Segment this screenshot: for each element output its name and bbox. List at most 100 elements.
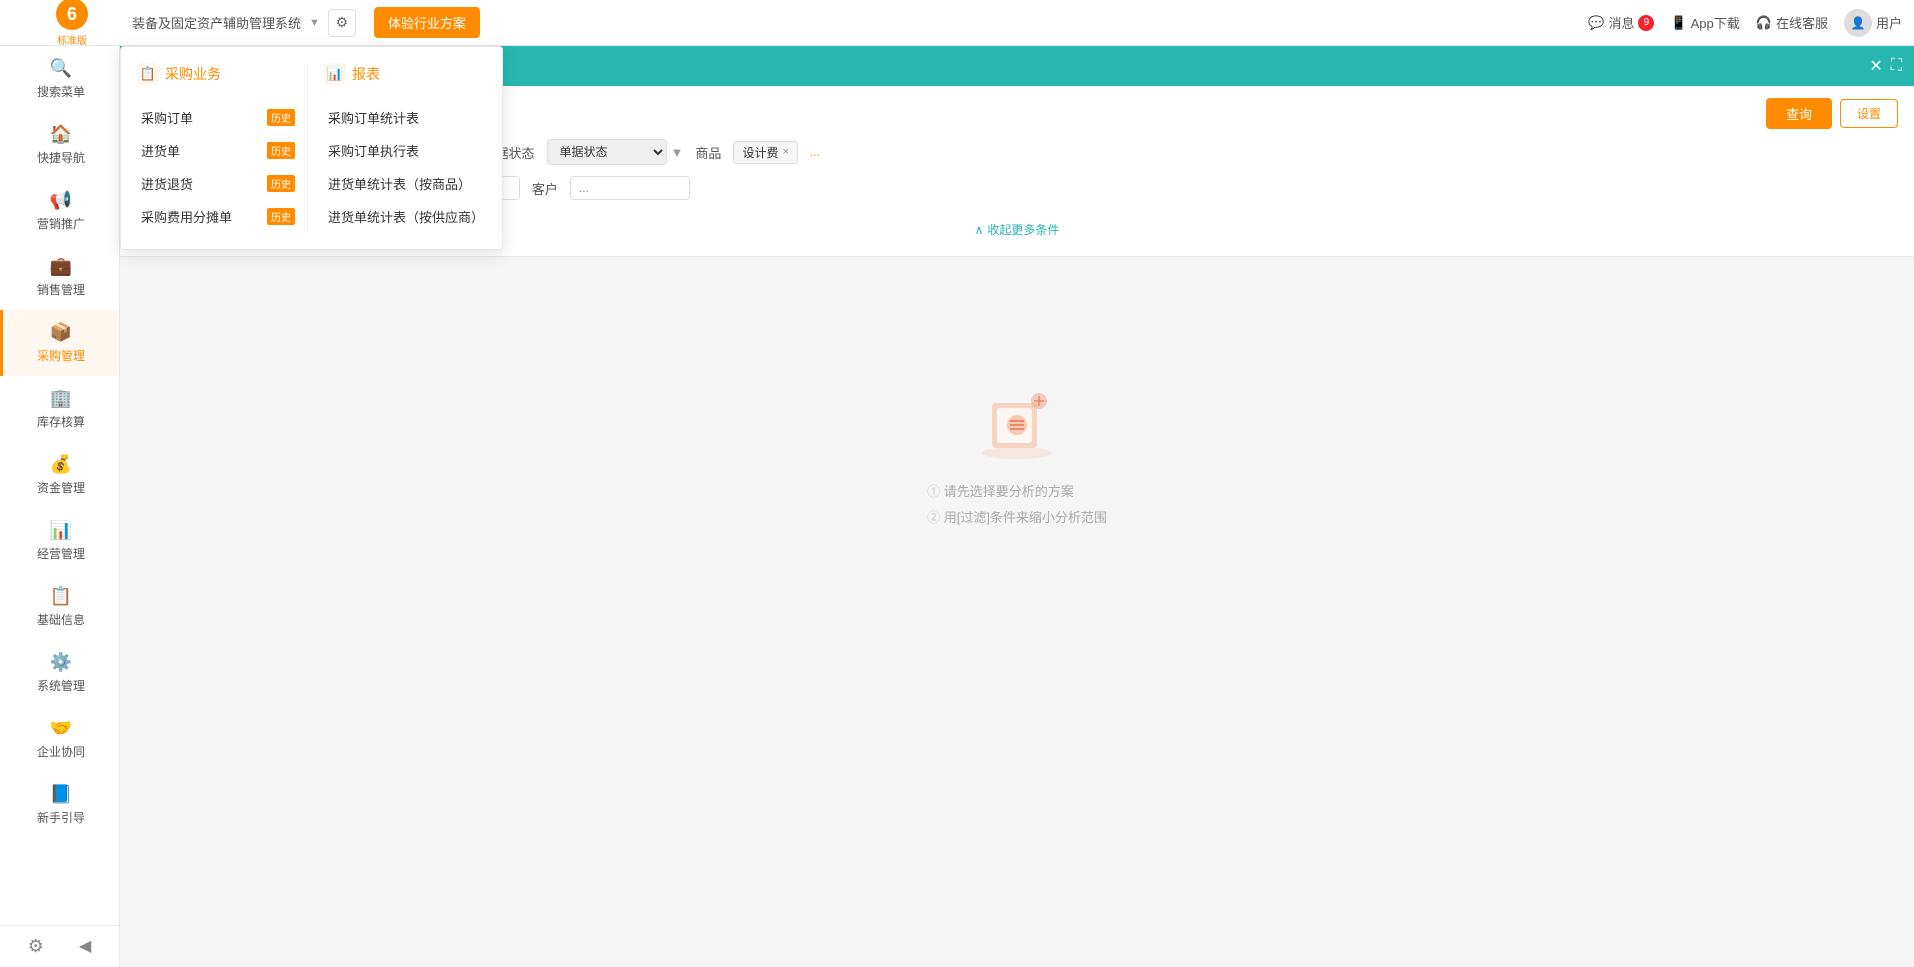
purchase-order-item[interactable]: 采购订单 历史	[137, 101, 299, 134]
sidebar-label-operation: 经营管理	[37, 545, 85, 562]
experience-btn[interactable]: 体验行业方案	[374, 7, 480, 38]
incoming-stats-by-goods-label: 进货单统计表（按商品）	[328, 174, 471, 193]
setting-button[interactable]: 设置	[1840, 99, 1898, 128]
sidebar-item-system[interactable]: ⚙️ 系统管理	[0, 640, 119, 706]
system-title-area: 装备及固定资产辅助管理系统 ▼ ⚙ 体验行业方案	[132, 7, 1588, 38]
online-label: 在线客服	[1776, 13, 1828, 32]
message-icon: 💬	[1588, 15, 1604, 31]
gear-button[interactable]: ⚙	[328, 9, 356, 37]
online-service-btn[interactable]: 🎧 在线客服	[1756, 13, 1828, 32]
tab-expand-btn[interactable]: ⛶	[1891, 57, 1902, 75]
sidebar-label-inventory: 库存核算	[37, 413, 85, 430]
customer-input[interactable]: ...	[570, 176, 690, 200]
incoming-order-item[interactable]: 进货单 历史	[137, 134, 299, 167]
message-btn[interactable]: 💬 消息 9	[1588, 13, 1654, 32]
system-dropdown-arrow[interactable]: ▼	[309, 17, 320, 29]
goods-tag: 设计费 ×	[733, 141, 797, 164]
sidebar-label-finance: 资金管理	[37, 479, 85, 496]
incoming-stats-by-supplier-item[interactable]: 进货单统计表（按供应商）	[324, 200, 486, 233]
incoming-return-item[interactable]: 进货退货 历史	[137, 167, 299, 200]
sidebar-label-basic: 基础信息	[37, 611, 85, 628]
empty-tip-1-text: 请先选择要分析的方案	[944, 484, 1074, 499]
incoming-order-label: 进货单	[141, 141, 180, 160]
phone-icon: 📱	[1670, 15, 1686, 31]
sidebar-item-sales[interactable]: 💼 销售管理	[0, 244, 119, 310]
sidebar-item-basic[interactable]: 📋 基础信息	[0, 574, 119, 640]
purchase-cost-history: 历史	[267, 208, 295, 225]
sidebar: 🔍 搜索菜单 🏠 快捷导航 📢 营销推广 💼 销售管理 📦 采购管理 🏢 库存核…	[0, 46, 120, 967]
guide-icon: 📘	[50, 784, 72, 805]
report-section-title-text: 报表	[352, 64, 380, 84]
purchase-dropdown-menu: 📋 采购业务 采购订单 历史 进货单 历史 进货退货 历史 采购费用分摊单 历史…	[120, 46, 503, 250]
app-label: App下载	[1691, 13, 1740, 32]
logo-subtitle: 标准版	[57, 32, 87, 47]
sidebar-label-search: 搜索菜单	[37, 83, 85, 100]
doc-status-select[interactable]: 单据状态	[547, 139, 667, 165]
system-title-text: 装备及固定资产辅助管理系统	[132, 13, 301, 32]
incoming-stats-by-goods-item[interactable]: 进货单统计表（按商品）	[324, 167, 486, 200]
purchase-order-exec-item[interactable]: 采购订单执行表	[324, 134, 486, 167]
report-section-title: 📊 报表	[324, 63, 486, 91]
incoming-order-history: 历史	[267, 142, 295, 159]
sidebar-item-operation[interactable]: 📊 经营管理	[0, 508, 119, 574]
tab-close-btn[interactable]: ✕	[1869, 56, 1882, 76]
purchase-section-title-text: 采购业务	[165, 64, 221, 84]
sidebar-label-enterprise: 企业协同	[37, 743, 85, 760]
purchase-section-icon: 📋	[137, 63, 159, 85]
doc-status-select-area: 单据状态 ▼	[547, 139, 684, 165]
user-area[interactable]: 👤 用户	[1844, 9, 1902, 37]
search-icon: 🔍	[50, 58, 72, 79]
basic-icon: 📋	[50, 586, 72, 607]
incoming-return-label: 进货退货	[141, 174, 193, 193]
sidebar-label-system: 系统管理	[37, 677, 85, 694]
empty-svg	[967, 383, 1067, 463]
settings-bottom-icon[interactable]: ⚙	[28, 936, 44, 957]
app-download-btn[interactable]: 📱 App下载	[1670, 13, 1739, 32]
sidebar-label-guide: 新手引导	[37, 809, 85, 826]
sidebar-item-marketing[interactable]: 📢 营销推广	[0, 178, 119, 244]
sidebar-item-purchase[interactable]: 📦 采购管理	[0, 310, 119, 376]
collapse-sidebar-icon[interactable]: ◀	[79, 936, 91, 957]
sales-icon: 💼	[50, 256, 72, 277]
system-icon: ⚙️	[50, 652, 72, 673]
purchase-order-stats-item[interactable]: 采购订单统计表	[324, 101, 486, 134]
operation-icon: 📊	[50, 520, 72, 541]
purchase-order-label: 采购订单	[141, 108, 193, 127]
purchase-cost-item[interactable]: 采购费用分摊单 历史	[137, 200, 299, 233]
purchase-cost-label: 采购费用分摊单	[141, 207, 232, 226]
top-header: 6 标准版 装备及固定资产辅助管理系统 ▼ ⚙ 体验行业方案 💬 消息 9 📱 …	[0, 0, 1914, 46]
logo-area: 6 标准版	[12, 0, 132, 47]
sidebar-label-marketing: 营销推广	[37, 215, 85, 232]
sidebar-item-quick[interactable]: 🏠 快捷导航	[0, 112, 119, 178]
empty-tip-2-text: 用[过滤]条件来缩小分析范围	[944, 510, 1107, 525]
collapse-label: 收起更多条件	[987, 221, 1059, 238]
finance-icon: 💰	[50, 454, 72, 475]
empty-illustration	[967, 383, 1067, 463]
report-section: 📊 报表 采购订单统计表 采购订单执行表 进货单统计表（按商品） 进货单统计表（…	[307, 63, 486, 233]
purchase-order-exec-label: 采购订单执行表	[328, 141, 419, 160]
empty-tip-2: ② 用[过滤]条件来缩小分析范围	[927, 505, 1107, 531]
sidebar-label-quick: 快捷导航	[37, 149, 85, 166]
sidebar-item-search[interactable]: 🔍 搜索菜单	[0, 46, 119, 112]
report-section-icon: 📊	[324, 63, 346, 85]
incoming-stats-by-supplier-label: 进货单统计表（按供应商）	[328, 207, 482, 226]
customer-label: 客户	[532, 179, 558, 198]
sidebar-item-guide[interactable]: 📘 新手引导	[0, 772, 119, 838]
marketing-icon: 📢	[50, 190, 72, 211]
sidebar-item-enterprise[interactable]: 🤝 企业协同	[0, 706, 119, 772]
sidebar-item-finance[interactable]: 💰 资金管理	[0, 442, 119, 508]
goods-tag-close[interactable]: ×	[782, 146, 788, 158]
empty-tips: ① 请先选择要分析的方案 ② 用[过滤]条件来缩小分析范围	[927, 479, 1107, 531]
sidebar-label-sales: 销售管理	[37, 281, 85, 298]
user-label: 用户	[1876, 13, 1902, 32]
query-button[interactable]: 查询	[1766, 98, 1832, 129]
purchase-business-section: 📋 采购业务 采购订单 历史 进货单 历史 进货退货 历史 采购费用分摊单 历史	[137, 63, 299, 233]
home-icon: 🏠	[50, 124, 72, 145]
incoming-return-history: 历史	[267, 175, 295, 192]
sidebar-item-inventory[interactable]: 🏢 库存核算	[0, 376, 119, 442]
purchase-icon: 📦	[50, 322, 72, 343]
goods-more[interactable]: ...	[810, 145, 820, 159]
inventory-icon: 🏢	[50, 388, 72, 409]
sidebar-label-purchase: 采购管理	[37, 347, 85, 364]
message-badge: 9	[1638, 15, 1654, 31]
